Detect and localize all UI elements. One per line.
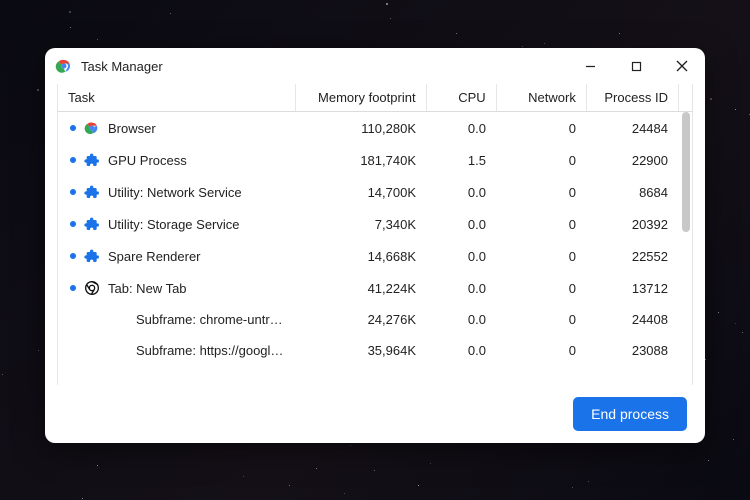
task-manager-window: Task Manager Task Memory footprint CPU N… bbox=[45, 48, 705, 443]
chrome-outline-icon bbox=[84, 280, 100, 296]
cell-cpu: 0.0 bbox=[426, 240, 496, 272]
table-row[interactable]: Tab: New Tab 41,224K0.0013712 bbox=[58, 272, 692, 304]
col-pid[interactable]: Process ID bbox=[586, 84, 678, 112]
table-row[interactable]: Subframe: chrome-untrusted:/… 24,276K0.00… bbox=[58, 304, 692, 335]
status-dot-icon bbox=[70, 125, 76, 131]
task-name: Tab: New Tab bbox=[108, 281, 187, 296]
col-scroll bbox=[678, 84, 692, 112]
cell-network: 0 bbox=[496, 144, 586, 176]
footer: End process bbox=[45, 385, 705, 443]
status-dot-icon bbox=[70, 285, 76, 291]
close-button[interactable] bbox=[659, 48, 705, 84]
cell-network: 0 bbox=[496, 176, 586, 208]
cell-cpu: 0.0 bbox=[426, 304, 496, 335]
cell-pid: 8684 bbox=[586, 176, 678, 208]
extension-icon bbox=[84, 152, 100, 168]
cell-cpu: 1.5 bbox=[426, 144, 496, 176]
cell-cpu: 0.0 bbox=[426, 176, 496, 208]
task-name: Browser bbox=[108, 121, 156, 136]
col-task[interactable]: Task bbox=[58, 84, 296, 112]
cell-cpu: 0.0 bbox=[426, 112, 496, 144]
cell-pid: 13712 bbox=[586, 272, 678, 304]
cell-memory: 110,280K bbox=[296, 112, 426, 144]
extension-icon bbox=[84, 216, 100, 232]
cell-network: 0 bbox=[496, 240, 586, 272]
cell-pid: 22552 bbox=[586, 240, 678, 272]
extension-icon bbox=[84, 248, 100, 264]
cell-memory: 14,668K bbox=[296, 240, 426, 272]
task-name: Utility: Storage Service bbox=[108, 217, 240, 232]
table-row[interactable]: Browser 110,280K0.0024484 bbox=[58, 112, 692, 144]
cell-pid: 24484 bbox=[586, 112, 678, 144]
cell-pid: 22900 bbox=[586, 144, 678, 176]
cell-cpu: 0.0 bbox=[426, 335, 496, 366]
cell-pid: 24408 bbox=[586, 304, 678, 335]
chrome-icon bbox=[84, 120, 100, 136]
process-table: Task Memory footprint CPU Network Proces… bbox=[45, 84, 705, 385]
cell-pid: 20392 bbox=[586, 208, 678, 240]
status-dot-icon bbox=[70, 221, 76, 227]
table-header-row: Task Memory footprint CPU Network Proces… bbox=[58, 84, 693, 112]
task-name: Subframe: https://google.com/ bbox=[136, 343, 286, 358]
cell-memory: 35,964K bbox=[296, 335, 426, 366]
cell-network: 0 bbox=[496, 112, 586, 144]
cell-cpu: 0.0 bbox=[426, 272, 496, 304]
cell-cpu: 0.0 bbox=[426, 208, 496, 240]
status-dot-icon bbox=[70, 189, 76, 195]
status-dot-icon bbox=[70, 253, 76, 259]
table-row[interactable]: Utility: Storage Service 7,340K0.0020392 bbox=[58, 208, 692, 240]
cell-memory: 181,740K bbox=[296, 144, 426, 176]
cell-network: 0 bbox=[496, 208, 586, 240]
table-row[interactable]: Utility: Network Service 14,700K0.008684 bbox=[58, 176, 692, 208]
maximize-button[interactable] bbox=[613, 48, 659, 84]
minimize-button[interactable] bbox=[567, 48, 613, 84]
table-row[interactable]: GPU Process 181,740K1.5022900 bbox=[58, 144, 692, 176]
titlebar[interactable]: Task Manager bbox=[45, 48, 705, 84]
extension-icon bbox=[84, 184, 100, 200]
cell-network: 0 bbox=[496, 272, 586, 304]
cell-memory: 41,224K bbox=[296, 272, 426, 304]
cell-network: 0 bbox=[496, 335, 586, 366]
status-dot-icon bbox=[70, 157, 76, 163]
col-cpu[interactable]: CPU bbox=[426, 84, 496, 112]
table-row[interactable]: Spare Renderer 14,668K0.0022552 bbox=[58, 240, 692, 272]
table-row[interactable]: Subframe: https://google.com/35,964K0.00… bbox=[58, 335, 692, 366]
task-name: Spare Renderer bbox=[108, 249, 201, 264]
end-process-button[interactable]: End process bbox=[573, 397, 687, 431]
cell-memory: 7,340K bbox=[296, 208, 426, 240]
cell-memory: 24,276K bbox=[296, 304, 426, 335]
cell-pid: 23088 bbox=[586, 335, 678, 366]
chrome-icon bbox=[55, 57, 73, 75]
cell-memory: 14,700K bbox=[296, 176, 426, 208]
col-network[interactable]: Network bbox=[496, 84, 586, 112]
scrollbar-thumb[interactable] bbox=[682, 112, 690, 232]
task-name: Subframe: chrome-untrusted:/… bbox=[136, 312, 286, 327]
task-name: Utility: Network Service bbox=[108, 185, 242, 200]
cell-network: 0 bbox=[496, 304, 586, 335]
window-title: Task Manager bbox=[81, 59, 163, 74]
task-name: GPU Process bbox=[108, 153, 187, 168]
col-memory[interactable]: Memory footprint bbox=[296, 84, 426, 112]
